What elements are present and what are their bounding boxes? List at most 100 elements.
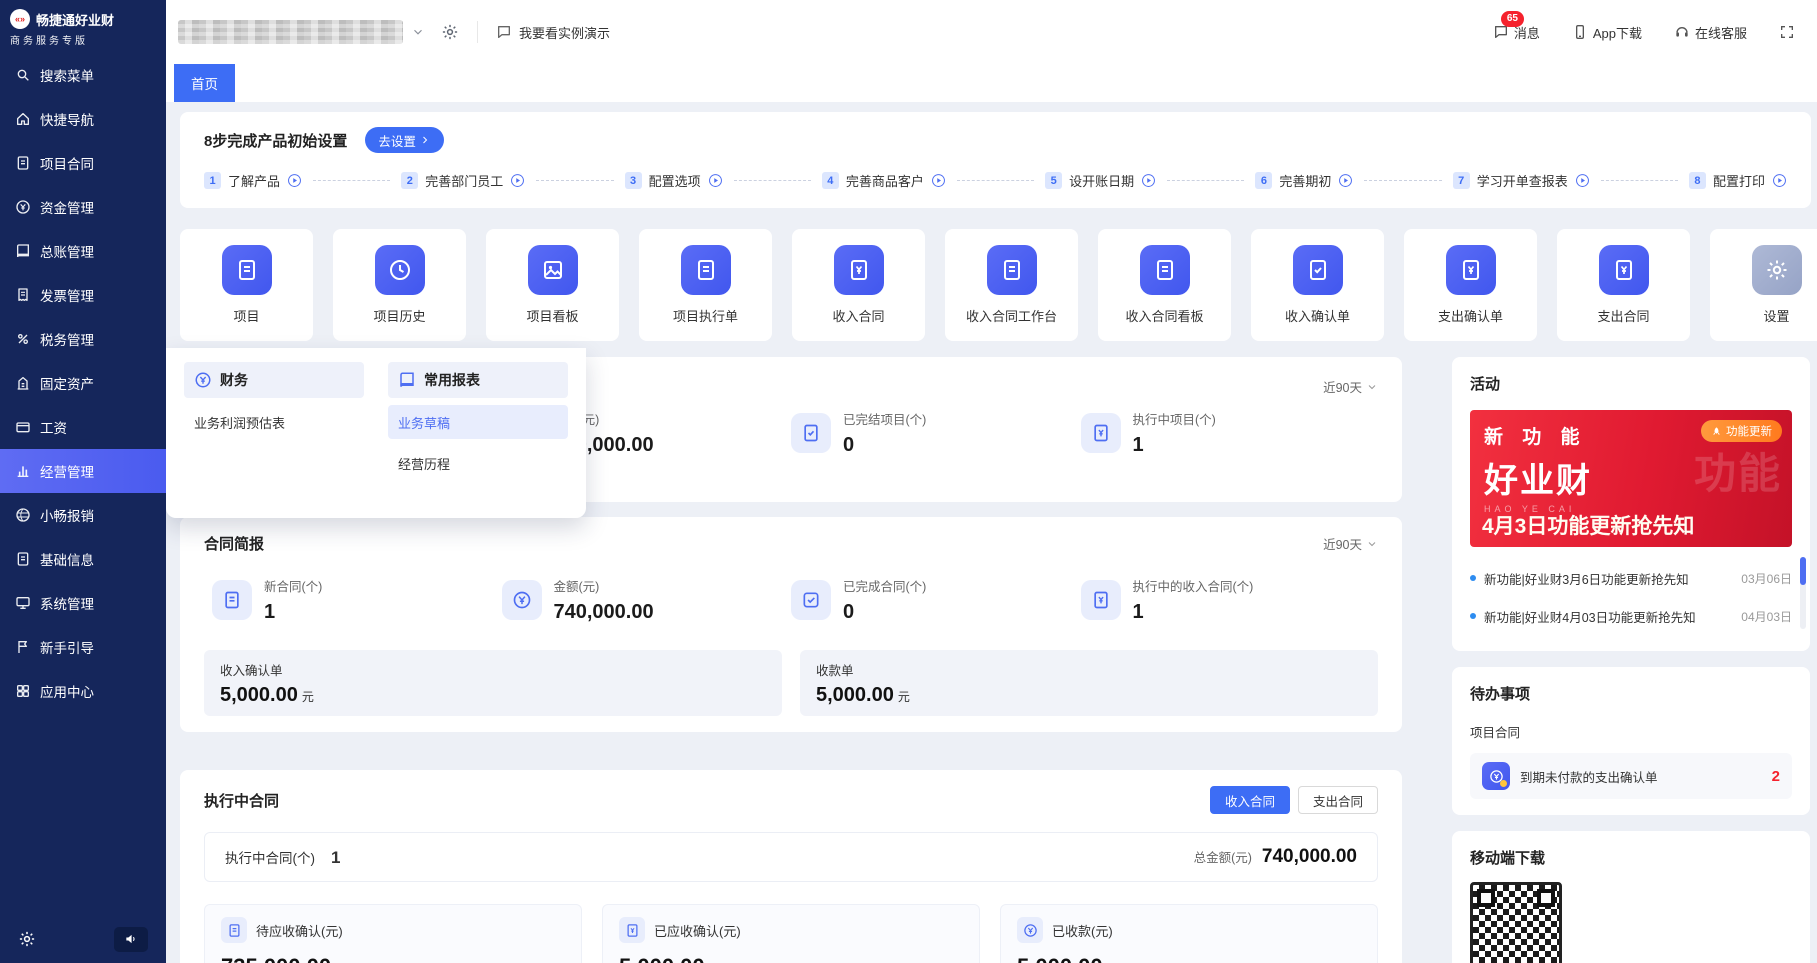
stat-contracts-running: 执行中的收入合同(个) 1	[1080, 576, 1371, 624]
tile-project-history[interactable]: 项目历史	[333, 229, 466, 341]
building-icon	[15, 375, 31, 391]
tab-bar: 首页	[166, 64, 1817, 102]
sidebar-item-reimburse[interactable]: 小畅报销	[0, 493, 166, 537]
tile-expense-contract[interactable]: 支出合同	[1557, 229, 1690, 341]
play-icon[interactable]	[708, 173, 723, 188]
play-icon[interactable]	[1772, 173, 1787, 188]
tile-expense-confirm[interactable]: 支出确认单	[1404, 229, 1537, 341]
tile-settings[interactable]: 设置	[1710, 229, 1817, 341]
feature-update-button[interactable]: 功能更新	[1701, 420, 1782, 442]
setup-step[interactable]: 3 配置选项	[624, 171, 723, 190]
setup-step[interactable]: 7 学习开单查报表	[1452, 171, 1590, 190]
setup-step[interactable]: 1 了解产品	[204, 171, 302, 190]
news-item[interactable]: 新功能|好业财3月6日功能更新抢先知 03月06日	[1470, 559, 1792, 597]
sidebar-item-app-center[interactable]: 应用中心	[0, 669, 166, 713]
online-support-button[interactable]: 在线客服	[1674, 23, 1747, 42]
project-brief-range-select[interactable]: 近90天	[1323, 377, 1378, 396]
todo-group-label: 项目合同	[1470, 726, 1521, 740]
news-item[interactable]: 新功能|好业财4月03日功能更新抢先知 04月03日	[1470, 597, 1792, 635]
go-setup-button[interactable]: 去设置	[365, 127, 444, 153]
tile-project-board[interactable]: 项目看板	[486, 229, 619, 341]
play-icon[interactable]	[1575, 173, 1590, 188]
step-connector	[1600, 180, 1678, 181]
contract-brief-range-select[interactable]: 近90天	[1323, 534, 1378, 553]
org-selector[interactable]	[178, 20, 425, 44]
sidebar-item-guide[interactable]: 新手引导	[0, 625, 166, 669]
logo-icon: «»	[10, 9, 30, 29]
info-doc-icon	[15, 551, 31, 567]
org-name-redacted	[178, 20, 403, 44]
tile-income-workbench[interactable]: 收入合同工作台	[945, 229, 1078, 341]
mobile-download-title: 移动端下载	[1470, 850, 1546, 867]
flag-icon	[15, 639, 31, 655]
sidebar-item-fixed-assets[interactable]: 固定资产	[0, 361, 166, 405]
home-icon	[15, 111, 31, 127]
sidebar-item-search-menu[interactable]: 搜索菜单	[0, 53, 166, 97]
play-icon[interactable]	[510, 173, 525, 188]
sidebar-item-invoice[interactable]: 发票管理	[0, 273, 166, 317]
setup-step[interactable]: 8 配置打印	[1688, 171, 1787, 190]
demo-link[interactable]: 我要看实例演示	[496, 23, 610, 42]
globe-icon	[15, 507, 31, 523]
menu-item-business-draft[interactable]: 业务草稿	[388, 405, 568, 439]
search-icon	[15, 67, 31, 83]
sidebar-item-project-contract[interactable]: 项目合同	[0, 141, 166, 185]
expense-contract-button[interactable]: 支出合同	[1297, 786, 1378, 814]
tile-project[interactable]: 项目	[180, 229, 313, 341]
sidebar-item-basic-info[interactable]: 基础信息	[0, 537, 166, 581]
gear-icon[interactable]	[441, 23, 459, 41]
todo-count-badge: 2	[1771, 767, 1780, 785]
app-download-button[interactable]: App下载	[1572, 23, 1642, 42]
topbar: 我要看实例演示 65 消息 App下载 在线客服	[166, 0, 1817, 64]
tile-income-contract[interactable]: 收入合同	[792, 229, 925, 341]
income-confirm-icon	[1292, 245, 1343, 295]
tile-income-board[interactable]: 收入合同看板	[1098, 229, 1231, 341]
fullscreen-button[interactable]	[1779, 24, 1795, 40]
sidebar-item-ledger[interactable]: 总账管理	[0, 229, 166, 273]
setup-step[interactable]: 2 完善部门员工	[401, 171, 525, 190]
announcement-button[interactable]	[114, 926, 148, 952]
scrollbar[interactable]	[1800, 557, 1806, 629]
setup-step[interactable]: 6 完善期初	[1255, 171, 1353, 190]
tab-home[interactable]: 首页	[174, 64, 235, 102]
setup-step[interactable]: 5 设开账日期	[1045, 171, 1156, 190]
yen-doc-icon	[619, 917, 645, 943]
tile-project-exec[interactable]: 项目执行单	[639, 229, 772, 341]
settings-gear-icon[interactable]	[18, 930, 36, 948]
main-content: 8步完成产品初始设置 去设置 1 了解产品 2 完善部门员工 3 配置选项 4 完善商品…	[166, 102, 1817, 963]
tile-income-confirm[interactable]: 收入确认单	[1251, 229, 1384, 341]
scrollbar-thumb[interactable]	[1800, 557, 1806, 585]
check-doc-icon	[791, 413, 831, 453]
activity-banner[interactable]: 新 功 能 功能更新 好业财 HAO YE CAI 功能 4月3日功能更新抢先知	[1470, 410, 1792, 547]
todo-item[interactable]: 到期未付款的支出确认单 2	[1470, 753, 1792, 799]
project-icon	[221, 245, 272, 295]
sidebar-item-quick-nav[interactable]: 快捷导航	[0, 97, 166, 141]
play-icon[interactable]	[931, 173, 946, 188]
chevron-down-icon	[1366, 538, 1378, 550]
shortcut-tiles: 项目 项目历史 项目看板 项目执行单 收入合同 收入合同工作台 收入合同看板 收…	[180, 229, 1817, 341]
messages-button[interactable]: 65 消息	[1493, 10, 1540, 42]
menu-item-profit-forecast[interactable]: 业务利润预估表	[184, 405, 364, 439]
running-contracts-summary: 执行中合同(个) 1 总金额(元) 740,000.00	[204, 832, 1378, 882]
expand-icon	[1779, 24, 1795, 40]
play-icon[interactable]	[1338, 173, 1353, 188]
phone-icon	[1572, 24, 1588, 40]
income-contract-button[interactable]: 收入合同	[1209, 786, 1290, 814]
sidebar-item-salary[interactable]: 工资	[0, 405, 166, 449]
play-icon[interactable]	[287, 173, 302, 188]
step-connector	[956, 180, 1035, 181]
play-icon[interactable]	[1141, 173, 1156, 188]
sidebar-item-system[interactable]: 系统管理	[0, 581, 166, 625]
setup-steps: 1 了解产品 2 完善部门员工 3 配置选项 4 完善商品客户 5 设开账日期 6 完善期初…	[204, 171, 1787, 190]
menu-item-business-history[interactable]: 经营历程	[388, 446, 568, 480]
expense-confirm-icon	[1445, 245, 1496, 295]
contract-brief-title: 合同简报	[204, 536, 265, 553]
sidebar-item-tax[interactable]: 税务管理	[0, 317, 166, 361]
app-window: «» 畅捷通好业财 商务服务专版 搜索菜单 快捷导航 项目合同 资金管理 总账管…	[0, 0, 1817, 963]
sidebar-item-funds[interactable]: 资金管理	[0, 185, 166, 229]
setup-step[interactable]: 4 完善商品客户	[821, 171, 946, 190]
mobile-download-card: 移动端下载	[1452, 831, 1810, 963]
document-icon	[212, 580, 252, 620]
running-contracts-title: 执行中合同	[204, 792, 280, 810]
sidebar-item-operations[interactable]: 经营管理	[0, 449, 166, 493]
